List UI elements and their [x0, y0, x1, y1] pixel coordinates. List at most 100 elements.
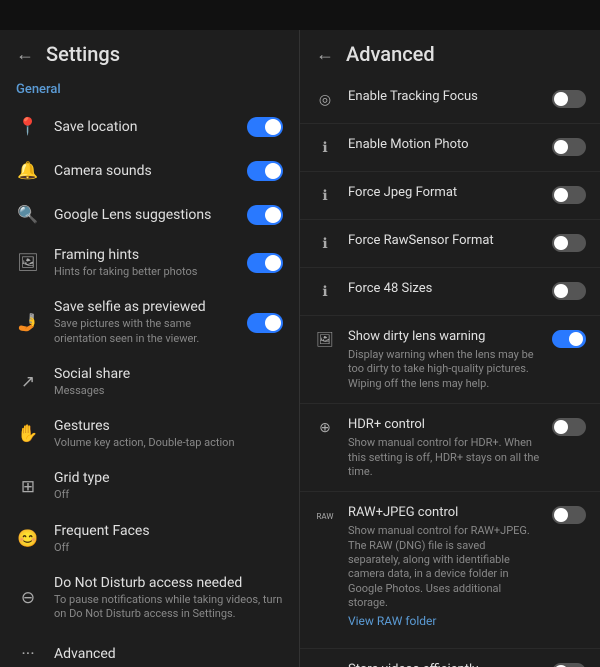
- divider: [300, 219, 600, 220]
- right-item-subtitle: Display warning when the lens may be too…: [348, 348, 540, 391]
- left-toggle[interactable]: [247, 313, 283, 333]
- divider: [300, 267, 600, 268]
- right-item-title: Store videos efficiently: [348, 661, 540, 667]
- right-settings-item[interactable]: ℹ Force 48 Sizes: [300, 270, 600, 313]
- left-settings-item[interactable]: 😊Frequent FacesOff: [0, 513, 299, 565]
- right-item-text: Show dirty lens warning Display warning w…: [348, 328, 540, 391]
- right-toggle[interactable]: [552, 234, 586, 252]
- left-item-title: Frequent Faces: [54, 523, 283, 539]
- left-item-text: Advanced: [54, 646, 283, 662]
- right-back-arrow[interactable]: ←: [316, 44, 334, 65]
- left-settings-item[interactable]: 🔔Camera sounds: [0, 149, 299, 193]
- left-item-subtitle: Off: [54, 541, 283, 555]
- right-settings-item[interactable]: 🖼 Show dirty lens warning Display warning …: [300, 318, 600, 401]
- left-settings-item[interactable]: 🖼Framing hintsHints for taking better ph…: [0, 237, 299, 289]
- right-item-text: RAW+JPEG controlShow manual control for …: [348, 504, 540, 636]
- left-panel-header: ← Settings: [0, 30, 299, 78]
- left-item-icon: 🤳: [16, 311, 40, 335]
- divider: [300, 491, 600, 492]
- left-settings-item[interactable]: 🔍 Google Lens suggestions: [0, 193, 299, 237]
- right-settings-item[interactable]: ⊕ HDR+ control Show manual control for HDR…: [300, 406, 600, 489]
- left-item-text: Google Lens suggestions: [54, 207, 233, 223]
- right-settings-item[interactable]: ℹ Force RawSensor Format: [300, 222, 600, 265]
- left-item-text: Grid typeOff: [54, 470, 283, 502]
- left-item-title: Camera sounds: [54, 163, 233, 179]
- left-toggle[interactable]: [247, 205, 283, 225]
- left-settings-item[interactable]: 🤳 Save selfie as previewed Save pictures w…: [0, 289, 299, 356]
- right-panel-header: ← Advanced: [300, 30, 600, 78]
- right-toggle[interactable]: [552, 138, 586, 156]
- right-item-icon: ⊕: [314, 417, 336, 439]
- right-item-icon: ℹ: [314, 233, 336, 255]
- left-item-subtitle: Messages: [54, 384, 283, 398]
- left-item-icon: ✋: [16, 422, 40, 446]
- right-settings-item[interactable]: ℹEnable Motion Photo: [300, 126, 600, 169]
- left-item-icon: ⊖: [16, 586, 40, 610]
- left-item-title: Save location: [54, 119, 233, 135]
- divider: [300, 123, 600, 124]
- left-back-arrow[interactable]: ←: [16, 44, 34, 65]
- right-item-icon: 🖼: [314, 329, 336, 351]
- right-item-title: HDR+ control: [348, 416, 540, 434]
- left-item-text: GesturesVolume key action, Double-tap ac…: [54, 418, 283, 450]
- right-item-text: Force RawSensor Format: [348, 232, 540, 250]
- right-item-title: Force Jpeg Format: [348, 184, 540, 202]
- left-toggle[interactable]: [247, 117, 283, 137]
- left-items-container: 📍 Save location 🔔Camera sounds 🔍 Google Lens…: [0, 105, 299, 667]
- left-item-title: Google Lens suggestions: [54, 207, 233, 223]
- right-item-icon: ◎: [314, 89, 336, 111]
- left-settings-item[interactable]: ··· Advanced: [0, 632, 299, 667]
- left-toggle[interactable]: [247, 161, 283, 181]
- right-panel-title: Advanced: [346, 42, 435, 66]
- divider: [300, 171, 600, 172]
- right-toggle[interactable]: [552, 506, 586, 524]
- left-item-title: Social share: [54, 366, 283, 382]
- top-bar: [0, 0, 600, 30]
- right-toggle[interactable]: [552, 663, 586, 667]
- right-item-icon: HEVC: [314, 662, 336, 667]
- right-toggle[interactable]: [552, 330, 586, 348]
- left-settings-item[interactable]: ↗Social shareMessages: [0, 356, 299, 408]
- right-item-text: Enable Motion Photo: [348, 136, 540, 154]
- left-settings-item[interactable]: ⊞ Grid typeOff: [0, 460, 299, 512]
- right-item-subtitle: Show manual control for RAW+JPEG. The RA…: [348, 524, 540, 610]
- right-item-title: Force 48 Sizes: [348, 280, 540, 298]
- right-item-icon: RAW: [314, 505, 336, 527]
- right-item-subtitle: Show manual control for HDR+. When this …: [348, 436, 540, 479]
- right-item-icon: ℹ: [314, 281, 336, 303]
- right-settings-item[interactable]: ℹForce Jpeg Format: [300, 174, 600, 217]
- right-settings-item[interactable]: RAW RAW+JPEG controlShow manual control f…: [300, 494, 600, 646]
- right-panel: ← Advanced ◎Enable Tracking FocusℹEnable…: [300, 30, 600, 667]
- left-item-text: Camera sounds: [54, 163, 233, 179]
- left-item-icon: ···: [16, 642, 40, 666]
- left-toggle[interactable]: [247, 253, 283, 273]
- left-item-text: Social share Messages: [54, 366, 283, 398]
- left-item-subtitle: Save pictures with the same orientation …: [54, 317, 233, 346]
- right-item-text: Force Jpeg Format: [348, 184, 540, 202]
- left-item-icon: 📍: [16, 115, 40, 139]
- left-item-icon: 🔍: [16, 203, 40, 227]
- right-item-title: Force RawSensor Format: [348, 232, 540, 250]
- right-item-text: HDR+ control Show manual control for HDR+…: [348, 416, 540, 479]
- right-item-text: Store videos efficientlyUse H.265/HEVC f…: [348, 661, 540, 667]
- left-item-title: Do Not Disturb access needed: [54, 575, 283, 591]
- right-item-text: Force 48 Sizes: [348, 280, 540, 298]
- right-toggle[interactable]: [552, 418, 586, 436]
- right-toggle[interactable]: [552, 282, 586, 300]
- left-settings-item[interactable]: ✋ GesturesVolume key action, Double-tap a…: [0, 408, 299, 460]
- left-item-title: Advanced: [54, 646, 283, 662]
- left-settings-item[interactable]: 📍 Save location: [0, 105, 299, 149]
- right-settings-item[interactable]: HEVC Store videos efficientlyUse H.265/HE…: [300, 651, 600, 667]
- left-item-text: Save selfie as previewed Save pictures wi…: [54, 299, 233, 346]
- view-raw-folder-link[interactable]: View RAW folder: [348, 610, 540, 636]
- right-toggle[interactable]: [552, 186, 586, 204]
- right-toggle[interactable]: [552, 90, 586, 108]
- left-item-title: Save selfie as previewed: [54, 299, 233, 315]
- left-item-icon: ⊞: [16, 475, 40, 499]
- right-settings-item[interactable]: ◎Enable Tracking Focus: [300, 78, 600, 121]
- left-settings-item[interactable]: ⊖ Do Not Disturb access neededTo pause no…: [0, 565, 299, 632]
- main-content: ← Settings General 📍Save location🔔Camera…: [0, 30, 600, 667]
- left-item-text: Do Not Disturb access neededTo pause not…: [54, 575, 283, 622]
- divider: [300, 315, 600, 316]
- right-item-title: Show dirty lens warning: [348, 328, 540, 346]
